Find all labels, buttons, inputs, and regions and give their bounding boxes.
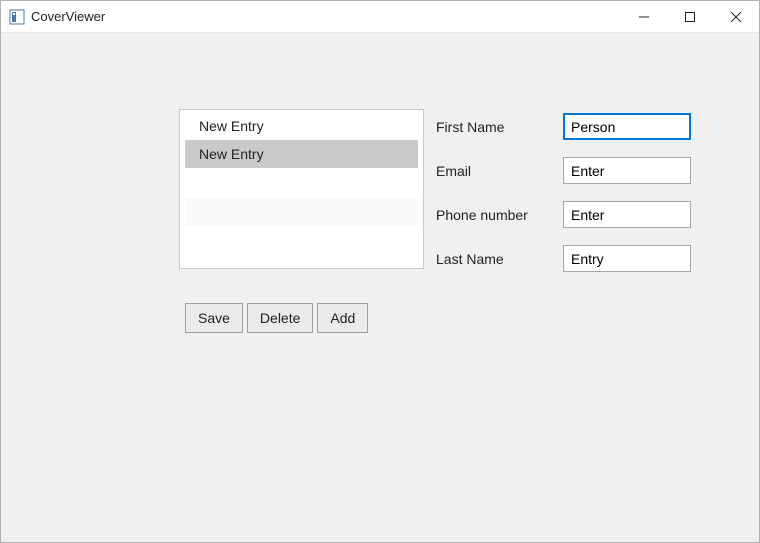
entries-listbox[interactable]: New Entry New Entry [179,109,424,269]
titlebar: CoverViewer [1,1,759,33]
email-input[interactable] [563,157,691,184]
window-title: CoverViewer [31,9,105,24]
client-area: New Entry New Entry First Name Email Pho… [1,33,759,542]
last-name-input[interactable] [563,245,691,272]
app-window: CoverViewer New Entry New Entry First Na… [0,0,760,543]
email-label: Email [436,163,471,179]
delete-button[interactable]: Delete [247,303,313,333]
phone-label: Phone number [436,207,528,223]
button-row: Save Delete Add [185,303,368,333]
minimize-button[interactable] [621,1,667,33]
add-button[interactable]: Add [317,303,368,333]
phone-input[interactable] [563,201,691,228]
last-name-label: Last Name [436,251,504,267]
first-name-label: First Name [436,119,504,135]
list-item[interactable] [185,198,418,226]
save-button[interactable]: Save [185,303,243,333]
close-button[interactable] [713,1,759,33]
first-name-input[interactable] [563,113,691,140]
maximize-button[interactable] [667,1,713,33]
list-item[interactable]: New Entry [185,112,418,140]
app-icon [9,9,25,25]
list-item[interactable]: New Entry [185,140,418,168]
